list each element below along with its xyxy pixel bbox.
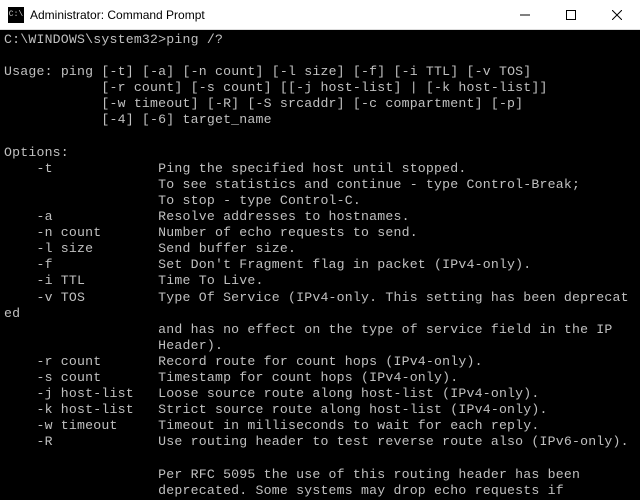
maximize-button[interactable] [548,0,594,29]
prompt-line: C:\WINDOWS\system32>ping /? [4,32,223,47]
options-list-cont2: Per RFC 5095 the use of this routing hea… [4,467,580,498]
window-controls [502,0,640,29]
prompt-command: ping /? [166,32,223,47]
cmd-icon: C:\ [8,7,24,23]
prompt-path: C:\WINDOWS\system32> [4,32,166,47]
close-button[interactable] [594,0,640,29]
options-list: -t Ping the specified host until stopped… [4,161,629,305]
close-icon [612,10,622,20]
usage-block: Usage: ping [-t] [-a] [-n count] [-l siz… [4,64,548,127]
minimize-button[interactable] [502,0,548,29]
options-header: Options: [4,145,69,160]
minimize-icon [520,10,530,20]
maximize-icon [566,10,576,20]
options-list-cont: and has no effect on the type of service… [4,322,629,450]
window-titlebar: C:\ Administrator: Command Prompt [0,0,640,30]
wrap-text: ed [4,306,20,321]
terminal-output[interactable]: C:\WINDOWS\system32>ping /? Usage: ping … [0,30,640,500]
window-title: Administrator: Command Prompt [30,8,502,22]
